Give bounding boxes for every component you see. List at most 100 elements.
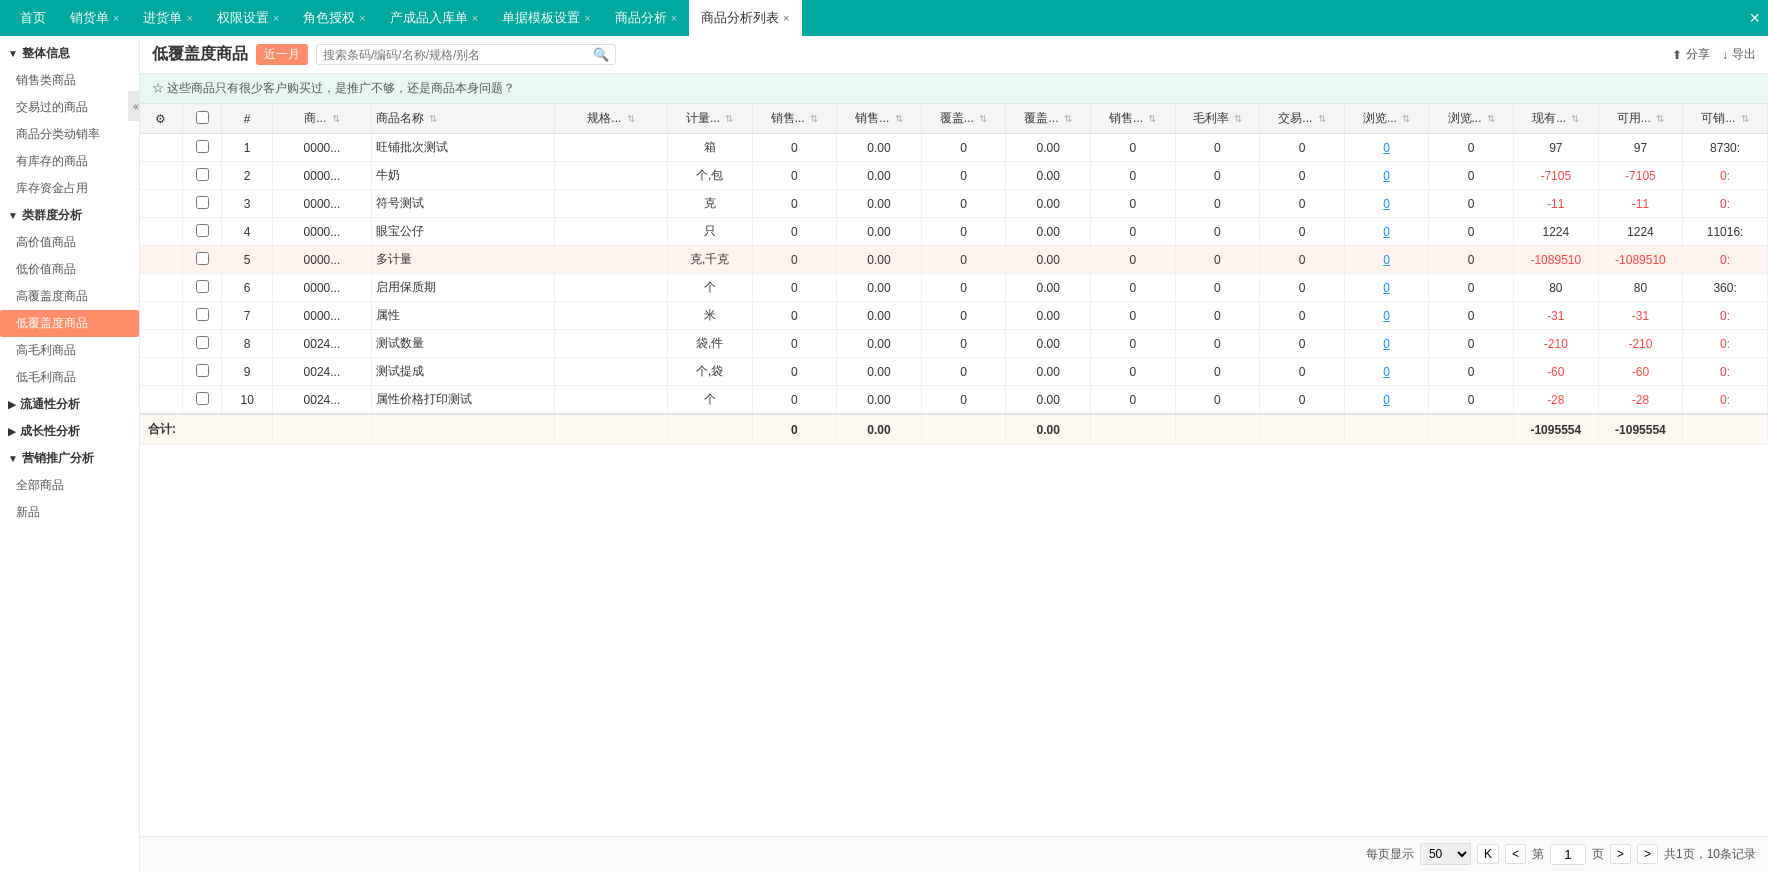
td-browse1[interactable]: 0	[1344, 330, 1429, 358]
nav-tab-sales[interactable]: 销货单 ×	[58, 0, 131, 36]
sidebar-item-sales-products[interactable]: 销售类商品	[0, 67, 139, 94]
close-inventory-tab[interactable]: ×	[472, 12, 478, 24]
nav-tab-analysis-list[interactable]: 商品分析列表 ×	[689, 0, 801, 36]
td-browse1[interactable]: 0	[1344, 274, 1429, 302]
row-checkbox[interactable]	[196, 168, 209, 181]
sidebar-item-all-products[interactable]: 全部商品	[0, 472, 139, 499]
nav-tab-home[interactable]: 首页	[8, 0, 58, 36]
prev-page-button[interactable]: <	[1505, 844, 1526, 864]
nav-tab-template[interactable]: 单据模板设置 ×	[490, 0, 602, 36]
sidebar-group-growth[interactable]: ▶ 成长性分析	[0, 418, 139, 445]
th-gross-rate[interactable]: 毛利率 ⇅	[1175, 104, 1260, 134]
page-size-select[interactable]: 50 100 200	[1420, 843, 1471, 865]
td-browse1[interactable]: 0	[1344, 218, 1429, 246]
sidebar-item-low-value[interactable]: 低价值商品	[0, 256, 139, 283]
td-browse1[interactable]: 0	[1344, 246, 1429, 274]
th-cover2[interactable]: 覆盖... ⇅	[1006, 104, 1091, 134]
td-check[interactable]	[182, 162, 221, 190]
th-browse2[interactable]: 浏览... ⇅	[1429, 104, 1514, 134]
row-checkbox[interactable]	[196, 280, 209, 293]
td-check[interactable]	[182, 330, 221, 358]
th-settings[interactable]: ⚙	[140, 104, 182, 134]
sidebar-group-flow[interactable]: ▶ 流通性分析	[0, 391, 139, 418]
sidebar-item-high-value[interactable]: 高价值商品	[0, 229, 139, 256]
td-check[interactable]	[182, 302, 221, 330]
sidebar-collapse-button[interactable]: «	[128, 91, 140, 121]
td-check[interactable]	[182, 190, 221, 218]
sidebar-item-low-coverage[interactable]: 低覆盖度商品	[0, 310, 139, 337]
th-available[interactable]: 可用... ⇅	[1598, 104, 1683, 134]
row-checkbox[interactable]	[196, 252, 209, 265]
td-saleable: 0:	[1683, 162, 1768, 190]
close-analysis-list-tab[interactable]: ×	[783, 12, 789, 24]
nav-tab-purchase[interactable]: 进货单 ×	[131, 0, 204, 36]
td-check[interactable]	[182, 218, 221, 246]
th-name[interactable]: 商品名称 ⇅	[371, 104, 554, 134]
td-browse1[interactable]: 0	[1344, 386, 1429, 415]
th-sales-amt[interactable]: 销售... ⇅	[837, 104, 922, 134]
td-sales-qty: 0	[752, 386, 837, 415]
sidebar-item-high-margin[interactable]: 高毛利商品	[0, 337, 139, 364]
th-unit[interactable]: 计量... ⇅	[667, 104, 752, 134]
td-check[interactable]	[182, 134, 221, 162]
close-permissions-tab[interactable]: ×	[273, 12, 279, 24]
sidebar-item-inventory-capital[interactable]: 库存资金占用	[0, 175, 139, 202]
nav-tab-permissions[interactable]: 权限设置 ×	[205, 0, 291, 36]
page-number-input[interactable]	[1550, 844, 1586, 865]
time-filter-button[interactable]: 近一月	[256, 44, 308, 65]
export-button[interactable]: ↓ 导出	[1722, 46, 1756, 63]
sidebar-item-new-products[interactable]: 新品	[0, 499, 139, 526]
select-all-checkbox[interactable]	[196, 111, 209, 124]
share-button[interactable]: ⬆ 分享	[1672, 46, 1710, 63]
main-layout: « ▼ 整体信息 销售类商品 交易过的商品 商品分类动销率 有库存的商品 库存资…	[0, 36, 1768, 871]
close-template-tab[interactable]: ×	[584, 12, 590, 24]
th-saleable[interactable]: 可销... ⇅	[1683, 104, 1768, 134]
th-sales2[interactable]: 销售... ⇅	[1090, 104, 1175, 134]
sidebar-item-low-margin[interactable]: 低毛利商品	[0, 364, 139, 391]
th-browse1[interactable]: 浏览... ⇅	[1344, 104, 1429, 134]
sidebar-item-traded-products[interactable]: 交易过的商品	[0, 94, 139, 121]
last-page-button[interactable]: >	[1637, 844, 1658, 864]
sidebar-group-cluster[interactable]: ▼ 类群度分析	[0, 202, 139, 229]
row-checkbox[interactable]	[196, 140, 209, 153]
row-checkbox[interactable]	[196, 196, 209, 209]
th-cover1[interactable]: 覆盖... ⇅	[921, 104, 1006, 134]
row-checkbox[interactable]	[196, 224, 209, 237]
row-checkbox[interactable]	[196, 308, 209, 321]
close-purchase-tab[interactable]: ×	[186, 12, 192, 24]
td-browse1[interactable]: 0	[1344, 190, 1429, 218]
sidebar-group-overview[interactable]: ▼ 整体信息	[0, 40, 139, 67]
nav-tab-analysis[interactable]: 商品分析 ×	[603, 0, 689, 36]
sidebar-item-stocked-products[interactable]: 有库存的商品	[0, 148, 139, 175]
td-check[interactable]	[182, 358, 221, 386]
first-page-button[interactable]: K	[1477, 844, 1499, 864]
th-spec[interactable]: 规格... ⇅	[555, 104, 668, 134]
td-check[interactable]	[182, 274, 221, 302]
td-sales-qty: 0	[752, 330, 837, 358]
sidebar-item-category-rate[interactable]: 商品分类动销率	[0, 121, 139, 148]
row-checkbox[interactable]	[196, 336, 209, 349]
td-name: 属性	[371, 302, 554, 330]
next-page-button[interactable]: >	[1610, 844, 1631, 864]
th-current[interactable]: 现有... ⇅	[1514, 104, 1599, 134]
td-browse1[interactable]: 0	[1344, 134, 1429, 162]
th-trans[interactable]: 交易... ⇅	[1260, 104, 1345, 134]
sidebar-item-high-coverage[interactable]: 高覆盖度商品	[0, 283, 139, 310]
nav-tab-inventory[interactable]: 产成品入库单 ×	[378, 0, 490, 36]
td-check[interactable]	[182, 246, 221, 274]
close-all-button[interactable]: ×	[1749, 8, 1760, 29]
search-input[interactable]	[323, 48, 593, 62]
th-code[interactable]: 商... ⇅	[273, 104, 372, 134]
td-browse1[interactable]: 0	[1344, 162, 1429, 190]
row-checkbox[interactable]	[196, 364, 209, 377]
th-sales-qty[interactable]: 销售... ⇅	[752, 104, 837, 134]
close-analysis-tab[interactable]: ×	[671, 12, 677, 24]
nav-tab-roles[interactable]: 角色授权 ×	[291, 0, 377, 36]
sidebar-group-marketing[interactable]: ▼ 营销推广分析	[0, 445, 139, 472]
close-roles-tab[interactable]: ×	[359, 12, 365, 24]
td-check[interactable]	[182, 386, 221, 415]
close-sales-tab[interactable]: ×	[113, 12, 119, 24]
td-browse1[interactable]: 0	[1344, 302, 1429, 330]
td-browse1[interactable]: 0	[1344, 358, 1429, 386]
row-checkbox[interactable]	[196, 392, 209, 405]
